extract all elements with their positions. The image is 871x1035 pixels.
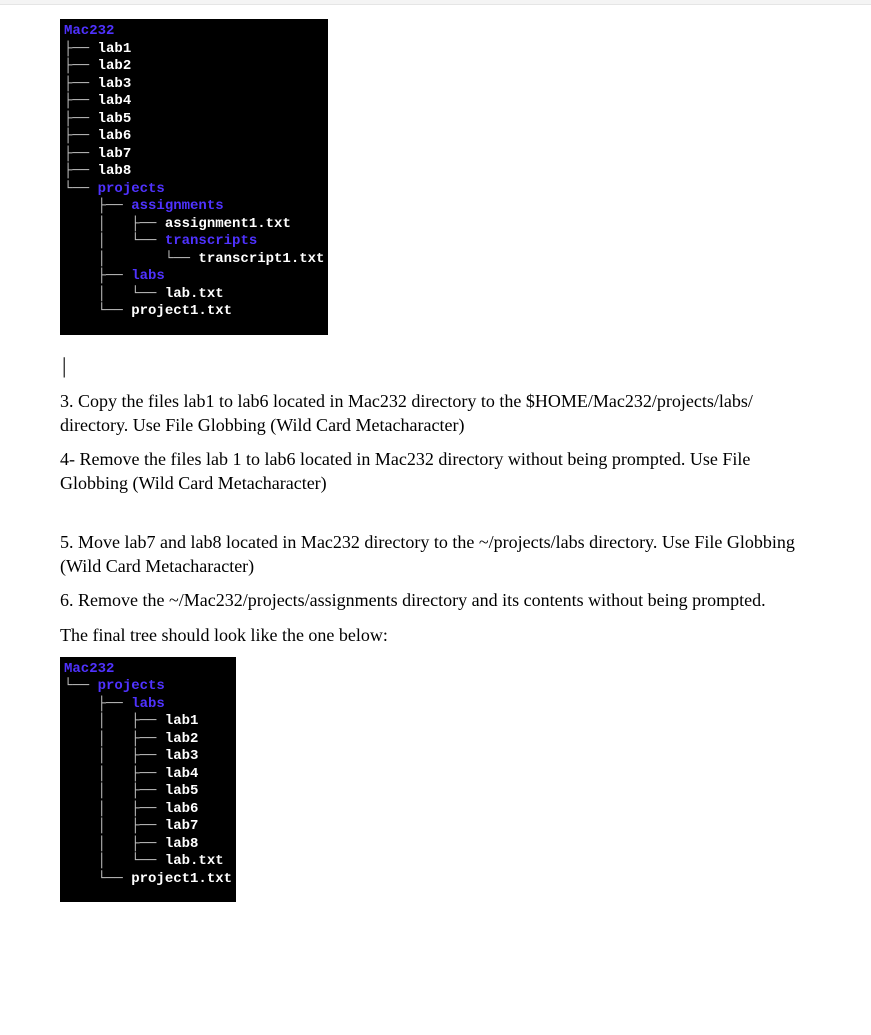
tree1-assignment1: assignment1.txt (165, 216, 291, 232)
tree2-lab7: lab7 (165, 818, 199, 834)
final-tree-caption: The final tree should look like the one … (60, 623, 811, 647)
tree1-transcript1: transcript1.txt (198, 251, 324, 267)
tree1-transcripts: transcripts (165, 233, 257, 249)
tree1-lab2: lab2 (98, 58, 132, 74)
tree1-lab4: lab4 (98, 93, 132, 109)
instruction-5: 5. Move lab7 and lab8 located in Mac232 … (60, 530, 811, 579)
tree2-project1: project1.txt (131, 871, 232, 887)
tree2-projects: projects (98, 678, 165, 694)
tree2-lab3: lab3 (165, 748, 199, 764)
terminal-tree-1: Mac232 ├── lab1 ├── lab2 ├── lab3 ├── la… (60, 19, 328, 335)
tree1-lab5: lab5 (98, 111, 132, 127)
tree1-project1: project1.txt (131, 303, 232, 319)
tree2-lab2: lab2 (165, 731, 199, 747)
tree1-lab7: lab7 (98, 146, 132, 162)
tree2-labtxt: lab.txt (165, 853, 224, 869)
terminal-tree-2: Mac232 └── projects ├── labs │ ├── lab1 … (60, 657, 236, 903)
document-content: Mac232 ├── lab1 ├── lab2 ├── lab3 ├── la… (0, 19, 871, 916)
tree1-root: Mac232 (64, 23, 114, 39)
tree2-lab1: lab1 (165, 713, 199, 729)
tree2-root: Mac232 (64, 661, 114, 677)
tree1-labtxt: lab.txt (165, 286, 224, 302)
tree2-labs: labs (131, 696, 165, 712)
document-page: Mac232 ├── lab1 ├── lab2 ├── lab3 ├── la… (0, 0, 871, 956)
spacer (60, 506, 811, 520)
instruction-6: 6. Remove the ~/Mac232/projects/assignme… (60, 588, 811, 612)
tree2-lab4: lab4 (165, 766, 199, 782)
tree1-assignments: assignments (131, 198, 223, 214)
instruction-3: 3. Copy the files lab1 to lab6 located i… (60, 389, 811, 438)
tree2-lab6: lab6 (165, 801, 199, 817)
instruction-4: 4- Remove the files lab 1 to lab6 locate… (60, 447, 811, 496)
text-cursor: | (62, 353, 811, 379)
tree1-lab6: lab6 (98, 128, 132, 144)
tree1-lab8: lab8 (98, 163, 132, 179)
top-border (0, 0, 871, 5)
tree1-lab1: lab1 (98, 41, 132, 57)
tree2-lab5: lab5 (165, 783, 199, 799)
tree1-projects: projects (98, 181, 165, 197)
tree1-labs: labs (131, 268, 165, 284)
tree1-lab3: lab3 (98, 76, 132, 92)
tree2-lab8: lab8 (165, 836, 199, 852)
